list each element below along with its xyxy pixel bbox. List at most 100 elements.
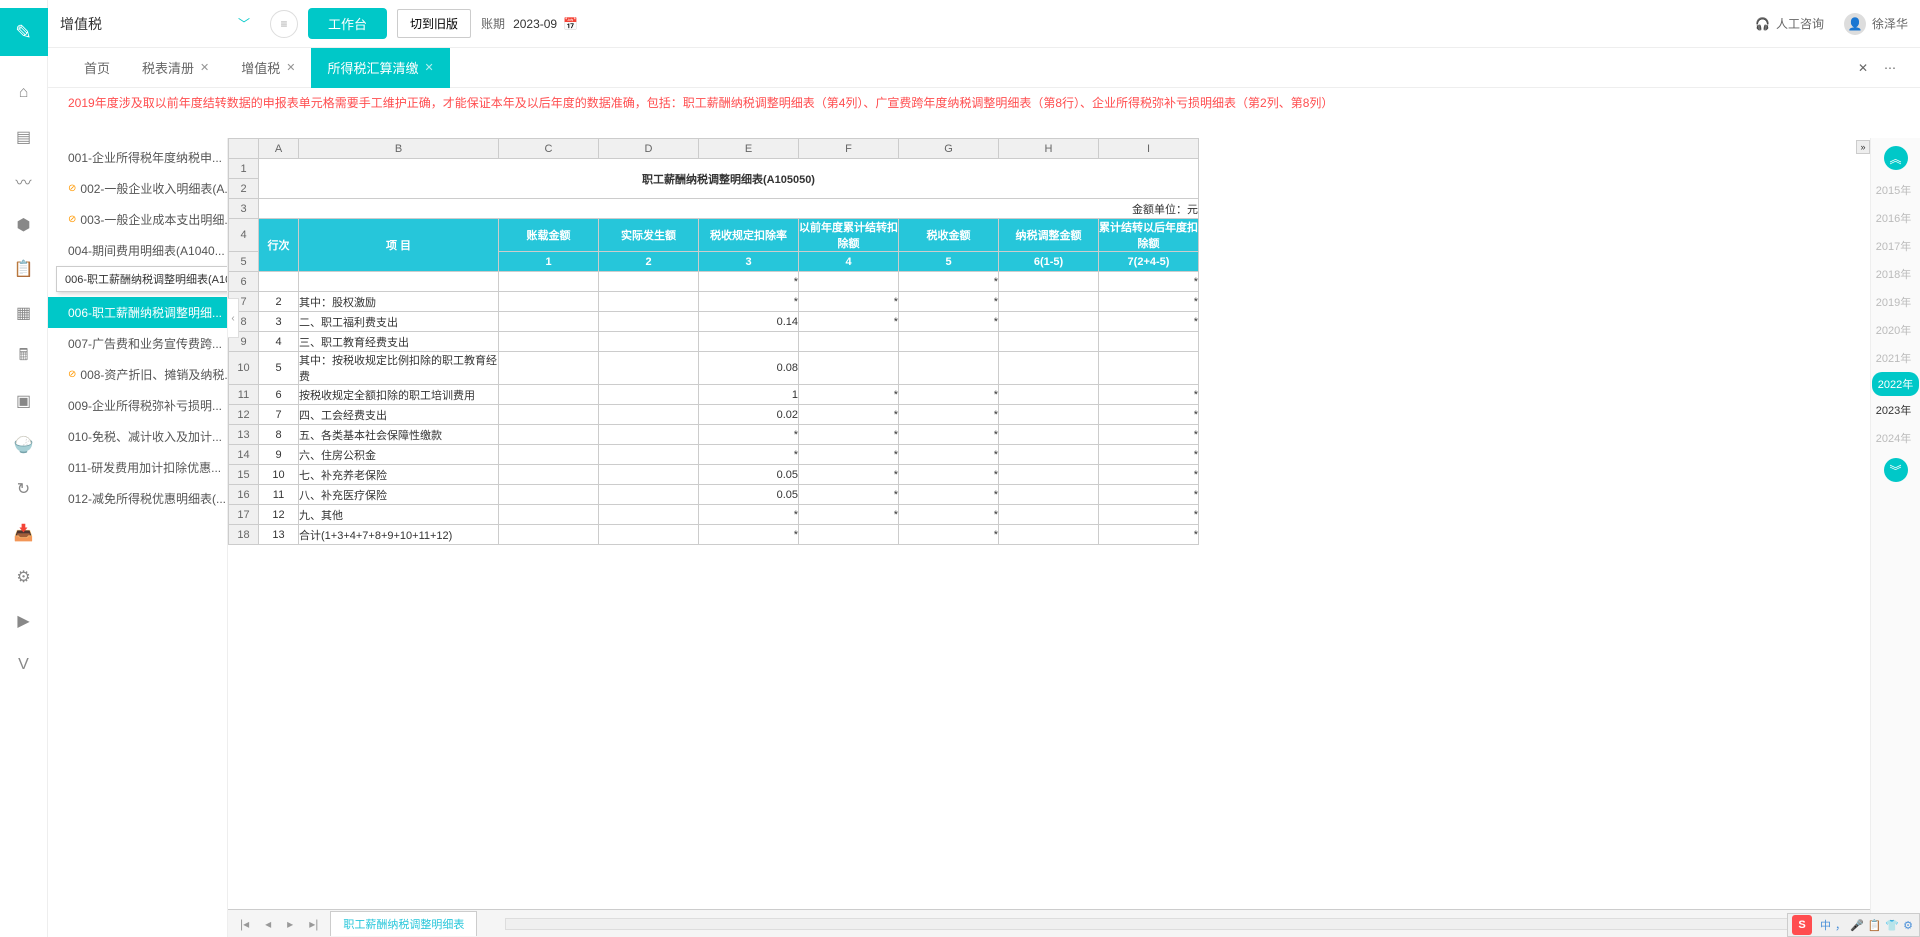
data-cell[interactable] bbox=[599, 272, 699, 292]
data-cell[interactable]: * bbox=[1099, 445, 1199, 465]
year-scroll-down[interactable]: ︾ bbox=[1884, 458, 1908, 482]
year-item[interactable]: 2021年 bbox=[1872, 344, 1919, 372]
data-cell[interactable] bbox=[499, 425, 599, 445]
tab-首页[interactable]: 首页 bbox=[68, 48, 126, 88]
data-cell[interactable]: 0.08 bbox=[699, 352, 799, 385]
data-cell[interactable]: * bbox=[1099, 272, 1199, 292]
data-cell[interactable] bbox=[599, 292, 699, 312]
data-cell[interactable] bbox=[999, 312, 1099, 332]
col-header[interactable]: F bbox=[799, 139, 899, 159]
year-item[interactable]: 2018年 bbox=[1872, 260, 1919, 288]
data-cell[interactable] bbox=[799, 272, 899, 292]
data-cell[interactable]: * bbox=[899, 312, 999, 332]
line-number[interactable]: 6 bbox=[259, 385, 299, 405]
sheet-nav-last[interactable]: ▸| bbox=[305, 917, 322, 931]
close-icon[interactable]: ✕ bbox=[200, 61, 209, 74]
col-header[interactable]: I bbox=[1099, 139, 1199, 159]
row-header[interactable]: 3 bbox=[229, 199, 259, 219]
data-cell[interactable]: * bbox=[899, 505, 999, 525]
nav-gear-icon[interactable]: ⚙ bbox=[8, 561, 40, 593]
period-value[interactable]: 2023-09 bbox=[513, 17, 557, 31]
data-cell[interactable] bbox=[499, 405, 599, 425]
data-cell[interactable] bbox=[999, 385, 1099, 405]
year-item[interactable]: 2019年 bbox=[1872, 288, 1919, 316]
item-name[interactable]: 按税收规定全额扣除的职工培训费用 bbox=[299, 385, 499, 405]
col-header[interactable]: H bbox=[999, 139, 1099, 159]
year-item[interactable]: 2017年 bbox=[1872, 232, 1919, 260]
data-cell[interactable]: * bbox=[699, 525, 799, 545]
data-cell[interactable]: * bbox=[799, 405, 899, 425]
data-cell[interactable]: * bbox=[699, 505, 799, 525]
data-cell[interactable] bbox=[599, 312, 699, 332]
year-item[interactable]: 2016年 bbox=[1872, 204, 1919, 232]
year-item[interactable]: 2024年 bbox=[1872, 424, 1919, 452]
data-cell[interactable] bbox=[499, 485, 599, 505]
data-cell[interactable] bbox=[499, 272, 599, 292]
year-scroll-up[interactable]: ︽ bbox=[1884, 146, 1908, 170]
data-cell[interactable] bbox=[999, 505, 1099, 525]
data-cell[interactable] bbox=[599, 485, 699, 505]
list-toggle-button[interactable]: ≡ bbox=[270, 10, 298, 38]
data-cell[interactable] bbox=[499, 465, 599, 485]
ime-item[interactable]: 👕 bbox=[1883, 920, 1901, 932]
data-cell[interactable]: * bbox=[799, 445, 899, 465]
data-cell[interactable] bbox=[599, 425, 699, 445]
data-cell[interactable] bbox=[599, 332, 699, 352]
ime-item[interactable]: 📋 bbox=[1866, 920, 1884, 932]
data-cell[interactable]: 0.02 bbox=[699, 405, 799, 425]
data-cell[interactable] bbox=[999, 525, 1099, 545]
row-header[interactable]: 17 bbox=[229, 505, 259, 525]
item-name[interactable]: 七、补充养老保险 bbox=[299, 465, 499, 485]
data-cell[interactable]: * bbox=[1099, 385, 1199, 405]
data-cell[interactable] bbox=[599, 445, 699, 465]
data-cell[interactable] bbox=[899, 332, 999, 352]
spreadsheet-grid[interactable]: ABCDEFGHI1职工薪酬纳税调整明细表(A105050)23金额单位：元4行… bbox=[228, 138, 1199, 545]
sheet-nav-first[interactable]: |◂ bbox=[236, 917, 253, 931]
ime-item[interactable]: 中 bbox=[1818, 920, 1833, 932]
tab-税表清册[interactable]: 税表清册✕ bbox=[126, 48, 225, 88]
data-cell[interactable]: * bbox=[899, 405, 999, 425]
line-number[interactable]: 11 bbox=[259, 485, 299, 505]
collapse-handle[interactable]: ‹ bbox=[228, 298, 239, 338]
item-name[interactable]: 其中：股权激励 bbox=[299, 292, 499, 312]
tab-所得税汇算清缴[interactable]: 所得税汇算清缴✕ bbox=[311, 48, 449, 88]
row-header[interactable]: 18 bbox=[229, 525, 259, 545]
data-cell[interactable] bbox=[999, 485, 1099, 505]
data-cell[interactable]: * bbox=[699, 445, 799, 465]
doc-item[interactable]: 001-企业所得税年度纳税申... bbox=[48, 142, 227, 173]
support-link[interactable]: 🎧 人工咨询 bbox=[1755, 15, 1824, 32]
data-cell[interactable] bbox=[999, 405, 1099, 425]
data-cell[interactable]: * bbox=[1099, 525, 1199, 545]
row-header[interactable]: 4 bbox=[229, 219, 259, 252]
year-item[interactable]: 2020年 bbox=[1872, 316, 1919, 344]
data-cell[interactable] bbox=[499, 352, 599, 385]
item-name[interactable]: 合计(1+3+4+7+8+9+10+11+12) bbox=[299, 525, 499, 545]
data-cell[interactable]: * bbox=[899, 272, 999, 292]
item-name[interactable]: 八、补充医疗保险 bbox=[299, 485, 499, 505]
line-number[interactable]: 8 bbox=[259, 425, 299, 445]
app-logo[interactable]: ✎ bbox=[0, 8, 48, 56]
row-header[interactable]: 15 bbox=[229, 465, 259, 485]
row-header[interactable]: 6 bbox=[229, 272, 259, 292]
data-cell[interactable]: * bbox=[899, 525, 999, 545]
doc-item[interactable]: 012-减免所得税优惠明细表(... bbox=[48, 483, 227, 514]
col-header[interactable]: E bbox=[699, 139, 799, 159]
item-name[interactable]: 二、职工福利费支出 bbox=[299, 312, 499, 332]
row-header[interactable]: 1 bbox=[229, 159, 259, 179]
data-cell[interactable] bbox=[999, 292, 1099, 312]
item-name[interactable] bbox=[299, 272, 499, 292]
data-cell[interactable] bbox=[499, 332, 599, 352]
line-number[interactable]: 7 bbox=[259, 405, 299, 425]
doc-item[interactable]: 007-广告费和业务宣传费跨... bbox=[48, 328, 227, 359]
data-cell[interactable]: 1 bbox=[699, 385, 799, 405]
nav-refresh-icon[interactable]: ↻ bbox=[8, 473, 40, 505]
data-cell[interactable] bbox=[1099, 352, 1199, 385]
row-header[interactable]: 12 bbox=[229, 405, 259, 425]
row-header[interactable]: 16 bbox=[229, 485, 259, 505]
nav-archive-icon[interactable]: ▣ bbox=[8, 385, 40, 417]
data-cell[interactable] bbox=[699, 332, 799, 352]
line-number[interactable]: 2 bbox=[259, 292, 299, 312]
data-cell[interactable] bbox=[499, 385, 599, 405]
data-cell[interactable] bbox=[999, 425, 1099, 445]
data-cell[interactable] bbox=[599, 352, 699, 385]
